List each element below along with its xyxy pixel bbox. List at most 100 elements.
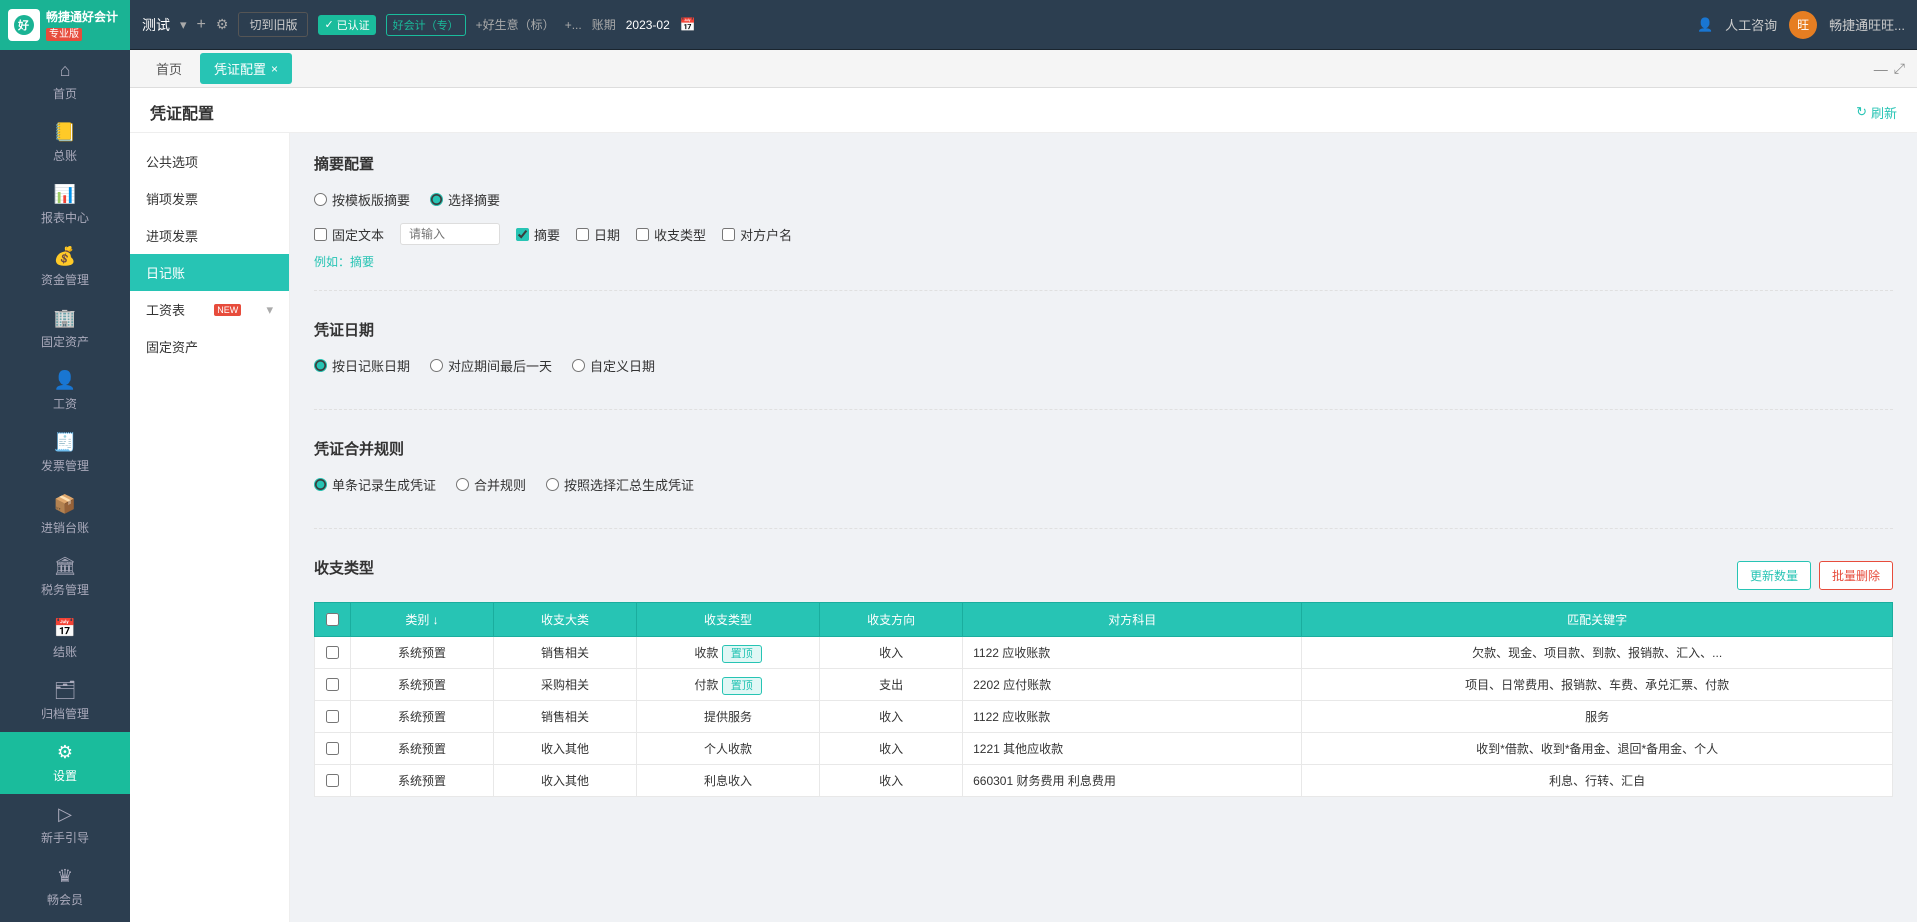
row-keywords: 利息、行转、汇自 bbox=[1302, 765, 1893, 797]
calendar-icon[interactable]: 📅 bbox=[680, 17, 696, 33]
date-radio-period-end[interactable]: 对应期间最后一天 bbox=[430, 356, 552, 375]
tab-minimize-button[interactable]: — bbox=[1874, 60, 1888, 77]
sidebar-item-close[interactable]: 📅 结账 bbox=[0, 608, 130, 670]
col-keywords: 匹配关键字 bbox=[1302, 603, 1893, 637]
nav-item-payroll[interactable]: 工资表 NEW ▾ bbox=[130, 291, 289, 328]
row-type: 收款 置顶 bbox=[637, 637, 820, 669]
col-checkbox[interactable] bbox=[315, 603, 351, 637]
content-header: 凭证配置 ↻ 刷新 bbox=[130, 88, 1917, 133]
checkbox-counterpart-name[interactable]: 对方户名 bbox=[722, 225, 792, 244]
date-section: 凭证日期 按日记账日期 对应期间最后一天 自定义日期 bbox=[314, 319, 1893, 410]
row-checkbox[interactable] bbox=[326, 646, 339, 659]
sidebar-item-tax[interactable]: 🏛 税务管理 bbox=[0, 546, 130, 608]
refresh-button[interactable]: ↻ 刷新 bbox=[1856, 103, 1897, 122]
row-checkbox-cell[interactable] bbox=[315, 765, 351, 797]
income-title: 收支类型 bbox=[314, 557, 374, 578]
row-checkbox[interactable] bbox=[326, 774, 339, 787]
pin-top-tag[interactable]: 置顶 bbox=[722, 645, 762, 663]
sidebar-item-settings-label: 设置 bbox=[53, 767, 77, 784]
checkbox-fixed-text[interactable]: 固定文本 bbox=[314, 225, 384, 244]
sidebar-item-purchase-sales[interactable]: 📦 进销台账 bbox=[0, 484, 130, 546]
switch-version-button[interactable]: 切到旧版 bbox=[238, 12, 308, 37]
tab-maximize-button[interactable]: ⤢ bbox=[1894, 60, 1905, 77]
row-category: 系统预置 bbox=[351, 733, 494, 765]
row-direction: 收入 bbox=[820, 637, 963, 669]
table-row: 系统预置 收入其他 个人收款 收入 1221 其他应收款 收到*借款、收到*备用… bbox=[315, 733, 1893, 765]
user-avatar[interactable]: 旺 bbox=[1789, 11, 1817, 39]
row-account: 1221 其他应收款 bbox=[963, 733, 1302, 765]
select-all-checkbox[interactable] bbox=[326, 613, 339, 626]
summary-radio-group: 按模板版摘要 选择摘要 bbox=[314, 190, 1893, 209]
nav-item-fixed-assets[interactable]: 固定资产 bbox=[130, 328, 289, 365]
sidebar-item-home[interactable]: ⌂ 首页 bbox=[0, 50, 130, 112]
svg-text:好: 好 bbox=[17, 18, 29, 32]
summary-radio-select[interactable]: 选择摘要 bbox=[430, 190, 500, 209]
tabs-bar: 首页 凭证配置 × — ⤢ bbox=[130, 50, 1917, 88]
pin-top-tag[interactable]: 置顶 bbox=[722, 677, 762, 695]
tabs-actions: — ⤢ bbox=[1874, 60, 1905, 77]
row-checkbox[interactable] bbox=[326, 742, 339, 755]
merge-radio-summary[interactable]: 按照选择汇总生成凭证 bbox=[546, 475, 694, 494]
row-direction: 支出 bbox=[820, 669, 963, 701]
date-radio-journal[interactable]: 按日记账日期 bbox=[314, 356, 410, 375]
consult-label[interactable]: 人工咨询 bbox=[1725, 15, 1777, 34]
sidebar-item-reports[interactable]: 📊 报表中心 bbox=[0, 174, 130, 236]
topbar-gear-icon[interactable]: ⚙ bbox=[216, 16, 229, 33]
row-checkbox-cell[interactable] bbox=[315, 669, 351, 701]
batch-delete-button[interactable]: 批量删除 bbox=[1819, 561, 1893, 590]
col-category: 类别 ↓ bbox=[351, 603, 494, 637]
update-count-button[interactable]: 更新数量 bbox=[1737, 561, 1811, 590]
checkbox-income-type[interactable]: 收支类型 bbox=[636, 225, 706, 244]
topbar-dropdown-icon[interactable]: ▾ bbox=[180, 17, 187, 33]
row-checkbox-cell[interactable] bbox=[315, 701, 351, 733]
sidebar-item-settings[interactable]: ⚙ 设置 bbox=[0, 732, 130, 794]
good-accounting-tag: 好会计（专） bbox=[386, 14, 466, 36]
settings-icon: ⚙ bbox=[57, 742, 73, 763]
funds-icon: 💰 bbox=[54, 246, 76, 267]
nav-item-purchase-invoice[interactable]: 进项发票 bbox=[130, 217, 289, 254]
assets-icon: 🏢 bbox=[54, 308, 76, 329]
checkbox-summary[interactable]: 摘要 bbox=[516, 225, 560, 244]
merge-radio-single[interactable]: 单条记录生成凭证 bbox=[314, 475, 436, 494]
sidebar-item-archive[interactable]: 🗂 归档管理 bbox=[0, 670, 130, 732]
row-checkbox-cell[interactable] bbox=[315, 637, 351, 669]
nav-item-public[interactable]: 公共选项 bbox=[130, 143, 289, 180]
row-direction: 收入 bbox=[820, 733, 963, 765]
nav-item-sales-invoice[interactable]: 销项发票 bbox=[130, 180, 289, 217]
sidebar-item-ledger[interactable]: 📒 总账 bbox=[0, 112, 130, 174]
tab-home[interactable]: 首页 bbox=[142, 53, 196, 84]
sidebar-item-invoice-mgmt[interactable]: 🧾 发票管理 bbox=[0, 422, 130, 484]
sidebar-item-member[interactable]: ♛ 畅会员 bbox=[0, 856, 130, 918]
row-checkbox[interactable] bbox=[326, 710, 339, 723]
sidebar-item-guide[interactable]: ▷ 新手引导 bbox=[0, 794, 130, 856]
col-direction: 收支方向 bbox=[820, 603, 963, 637]
summary-checkbox-row: 固定文本 摘要 日期 收支类型 bbox=[314, 223, 1893, 245]
merge-radio-rules[interactable]: 合并规则 bbox=[456, 475, 526, 494]
row-major: 采购相关 bbox=[494, 669, 637, 701]
tab-voucher-config[interactable]: 凭证配置 × bbox=[200, 53, 292, 84]
row-type: 提供服务 bbox=[637, 701, 820, 733]
date-radio-custom[interactable]: 自定义日期 bbox=[572, 356, 655, 375]
row-account: 1122 应收账款 bbox=[963, 637, 1302, 669]
checkbox-date[interactable]: 日期 bbox=[576, 225, 620, 244]
row-major: 销售相关 bbox=[494, 701, 637, 733]
period-value: 2023-02 bbox=[626, 18, 670, 32]
row-direction: 收入 bbox=[820, 765, 963, 797]
summary-radio-template[interactable]: 按模板版摘要 bbox=[314, 190, 410, 209]
sidebar-item-guide-label: 新手引导 bbox=[41, 829, 89, 846]
nav-item-journal[interactable]: 日记账 bbox=[130, 254, 289, 291]
tab-close-icon[interactable]: × bbox=[271, 62, 278, 76]
row-major: 销售相关 bbox=[494, 637, 637, 669]
sidebar-item-assets[interactable]: 🏢 固定资产 bbox=[0, 298, 130, 360]
row-category: 系统预置 bbox=[351, 765, 494, 797]
row-checkbox-cell[interactable] bbox=[315, 733, 351, 765]
fixed-text-input[interactable] bbox=[400, 223, 500, 245]
sidebar-item-salary[interactable]: 👤 工资 bbox=[0, 360, 130, 422]
ledger-icon: 📒 bbox=[54, 122, 76, 143]
row-category: 系统预置 bbox=[351, 669, 494, 701]
main-area: 测试 ▾ + ⚙ 切到旧版 ✓ 已认证 好会计（专） +好生意（标） +... … bbox=[130, 0, 1917, 922]
row-checkbox[interactable] bbox=[326, 678, 339, 691]
topbar-plus-icon[interactable]: + bbox=[197, 16, 206, 34]
sidebar-item-funds[interactable]: 💰 资金管理 bbox=[0, 236, 130, 298]
logo-sub: 专业版 bbox=[46, 28, 82, 41]
